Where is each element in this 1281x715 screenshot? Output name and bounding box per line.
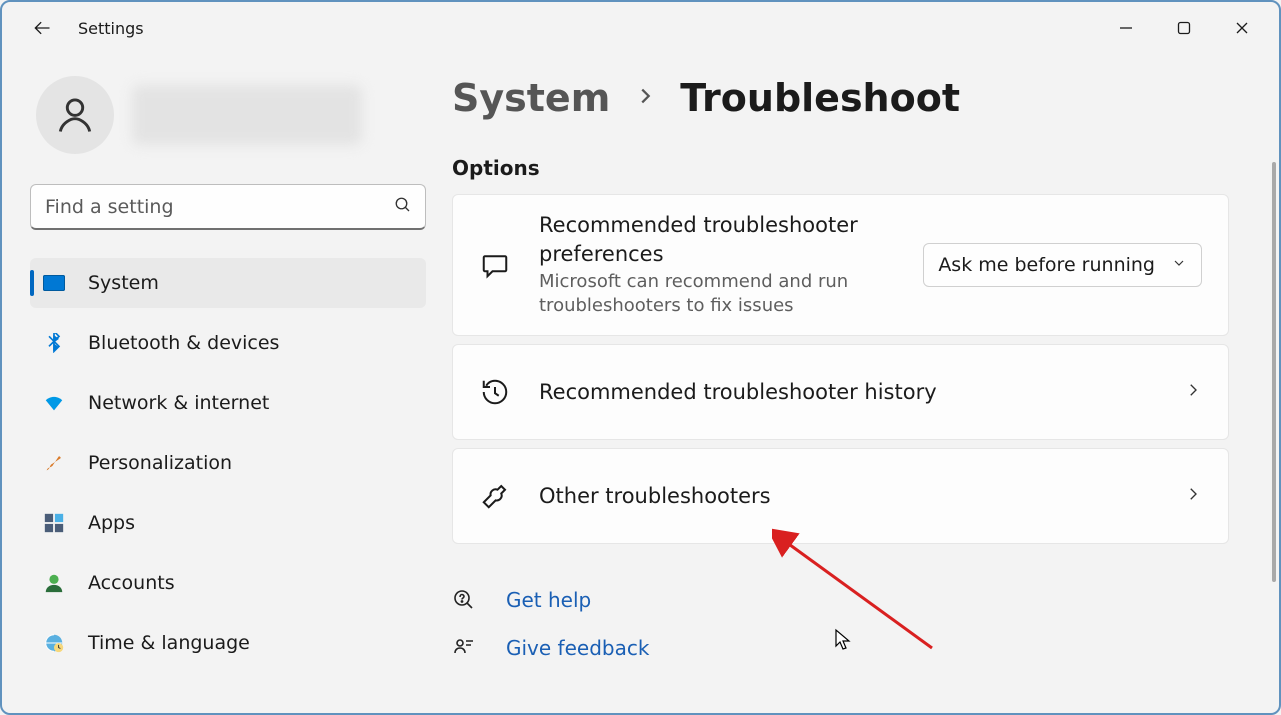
sidebar-item-label: Network & internet	[88, 392, 269, 414]
sidebar-item-time-language[interactable]: Time & language	[30, 618, 426, 668]
system-icon	[42, 271, 66, 295]
person-icon	[53, 93, 97, 137]
wrench-icon	[479, 481, 511, 511]
sidebar-item-personalization[interactable]: Personalization	[30, 438, 426, 488]
back-button[interactable]	[20, 6, 64, 50]
search-container	[30, 184, 426, 230]
maximize-icon	[1177, 21, 1191, 35]
card-title: Other troubleshooters	[539, 482, 1172, 510]
card-troubleshooter-preferences: Recommended troubleshooter preferences M…	[452, 194, 1229, 336]
link-label: Get help	[506, 588, 591, 612]
back-arrow-icon	[32, 18, 52, 38]
sidebar-item-bluetooth[interactable]: Bluetooth & devices	[30, 318, 426, 368]
chevron-right-icon	[1184, 381, 1202, 403]
help-icon	[452, 588, 478, 612]
user-name-redacted	[132, 85, 362, 145]
avatar	[36, 76, 114, 154]
user-profile[interactable]	[30, 76, 426, 154]
sidebar-item-system[interactable]: System	[30, 258, 426, 308]
main-content: System Troubleshoot Options Recommended …	[442, 54, 1279, 713]
chevron-right-icon	[634, 85, 656, 111]
breadcrumb-parent[interactable]: System	[452, 76, 610, 120]
card-title: Recommended troubleshooter history	[539, 378, 1172, 406]
sidebar-item-label: System	[88, 272, 159, 294]
breadcrumb-current: Troubleshoot	[680, 76, 960, 120]
dropdown-value: Ask me before running	[938, 254, 1155, 276]
apps-icon	[42, 511, 66, 535]
minimize-button[interactable]	[1097, 7, 1155, 49]
paintbrush-icon	[42, 451, 66, 475]
card-other-troubleshooters[interactable]: Other troubleshooters	[452, 448, 1229, 544]
app-title: Settings	[78, 19, 144, 38]
chevron-down-icon	[1171, 254, 1187, 276]
sidebar-item-network[interactable]: Network & internet	[30, 378, 426, 428]
chevron-right-icon	[1184, 485, 1202, 507]
sidebar-item-apps[interactable]: Apps	[30, 498, 426, 548]
sidebar-item-label: Accounts	[88, 572, 175, 594]
give-feedback-link[interactable]: Give feedback	[452, 636, 1229, 660]
card-subtitle: Microsoft can recommend and run troubles…	[539, 270, 879, 319]
wifi-icon	[42, 391, 66, 415]
history-icon	[479, 377, 511, 407]
sidebar-item-label: Time & language	[88, 632, 250, 654]
sidebar-item-label: Bluetooth & devices	[88, 332, 279, 354]
link-label: Give feedback	[506, 636, 649, 660]
accounts-icon	[42, 571, 66, 595]
chat-icon	[479, 250, 511, 280]
sidebar-item-label: Apps	[88, 512, 135, 534]
close-button[interactable]	[1213, 7, 1271, 49]
breadcrumb: System Troubleshoot	[452, 76, 1229, 120]
scrollbar[interactable]	[1269, 162, 1279, 713]
preferences-dropdown[interactable]: Ask me before running	[923, 243, 1202, 287]
minimize-icon	[1119, 21, 1133, 35]
maximize-button[interactable]	[1155, 7, 1213, 49]
search-input[interactable]	[30, 184, 426, 230]
window-controls	[1097, 7, 1271, 49]
feedback-icon	[452, 636, 478, 660]
search-icon	[394, 196, 412, 218]
get-help-link[interactable]: Get help	[452, 588, 1229, 612]
sidebar-item-label: Personalization	[88, 452, 232, 474]
close-icon	[1235, 21, 1249, 35]
bluetooth-icon	[42, 331, 66, 355]
nav-list: System Bluetooth & devices Network & int…	[30, 258, 426, 668]
scrollbar-thumb[interactable]	[1272, 162, 1276, 582]
card-title: Recommended troubleshooter preferences	[539, 211, 923, 268]
card-troubleshooter-history[interactable]: Recommended troubleshooter history	[452, 344, 1229, 440]
sidebar-item-accounts[interactable]: Accounts	[30, 558, 426, 608]
globe-clock-icon	[42, 631, 66, 655]
sidebar: System Bluetooth & devices Network & int…	[2, 54, 442, 713]
title-bar: Settings	[2, 2, 1279, 54]
section-header-options: Options	[452, 156, 1229, 180]
